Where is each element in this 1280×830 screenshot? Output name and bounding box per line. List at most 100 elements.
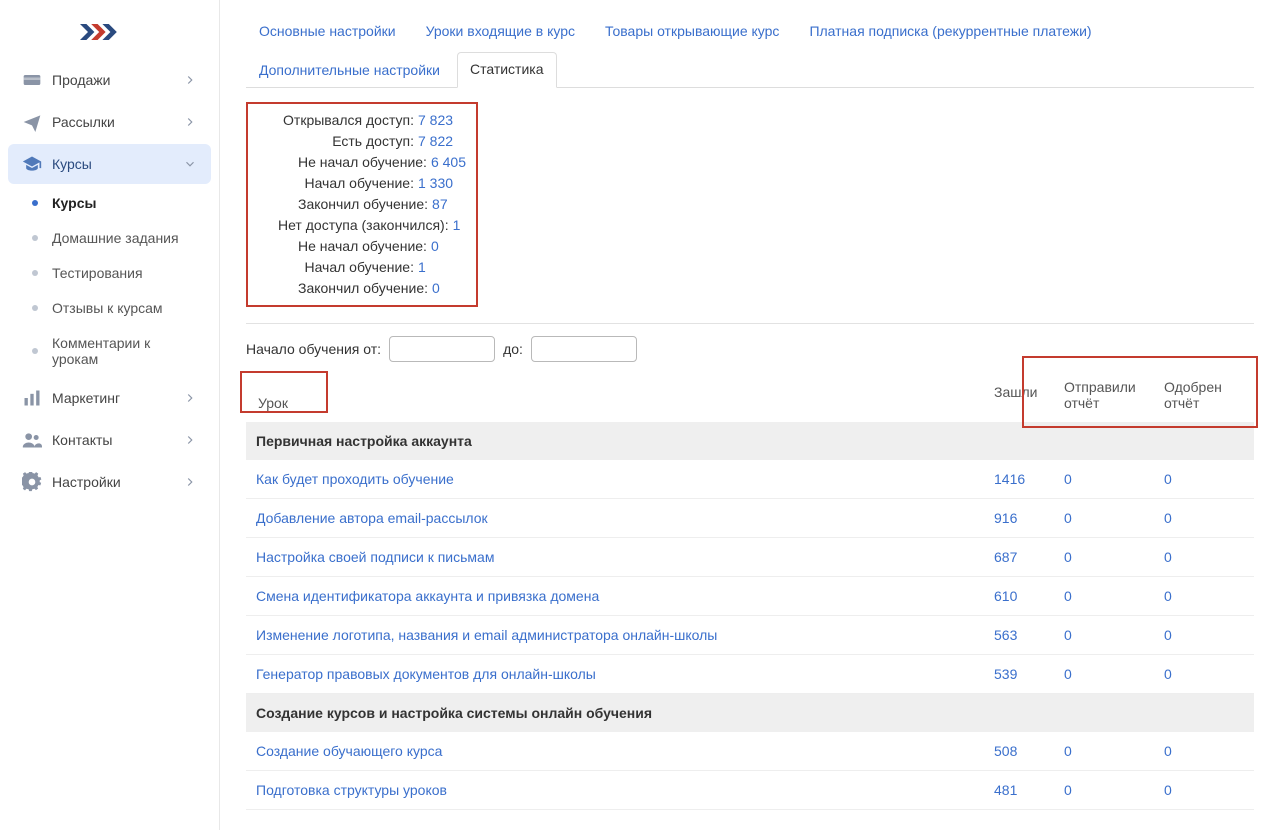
cell-lesson: Настройка своей подписи к письмам	[246, 538, 984, 577]
table-row: Изменение логотипа, названия и email адм…	[246, 616, 1254, 655]
cell-entered[interactable]: 1416	[984, 460, 1054, 499]
sidebar-item-mailings[interactable]: Рассылки	[8, 102, 211, 142]
cell-entered[interactable]: 539	[984, 655, 1054, 694]
stats-started-label: Начал обучение:	[258, 173, 414, 194]
stats-na-finished-label: Закончил обучение:	[258, 278, 428, 299]
cell-sent[interactable]: 0	[1054, 655, 1154, 694]
tab[interactable]: Основные настройки	[246, 14, 409, 49]
lessons-table: Урок Зашли Отправили отчёт Одобрен отчёт…	[246, 368, 1254, 810]
stats-finished-label: Закончил обучение:	[258, 194, 428, 215]
cell-entered[interactable]: 916	[984, 499, 1054, 538]
cell-lesson: Как будет проходить обучение	[246, 460, 984, 499]
sidebar-subitem-label: Домашние задания	[52, 230, 179, 246]
stats-na-not-started-value[interactable]: 0	[431, 236, 439, 257]
cell-approved[interactable]: 0	[1154, 732, 1254, 771]
tab[interactable]: Уроки входящие в курс	[413, 14, 588, 49]
cell-sent[interactable]: 0	[1054, 538, 1154, 577]
sidebar-item-label: Контакты	[52, 432, 183, 448]
cell-approved[interactable]: 0	[1154, 538, 1254, 577]
cell-entered[interactable]: 687	[984, 538, 1054, 577]
cell-approved[interactable]: 0	[1154, 460, 1254, 499]
divider	[246, 323, 1254, 324]
bullet-icon	[32, 200, 38, 206]
cell-entered[interactable]: 610	[984, 577, 1054, 616]
cell-approved[interactable]: 0	[1154, 771, 1254, 810]
lesson-link[interactable]: Генератор правовых документов для онлайн…	[256, 666, 596, 682]
col-entered[interactable]: Зашли	[984, 368, 1054, 422]
cell-approved[interactable]: 0	[1154, 655, 1254, 694]
cell-approved[interactable]: 0	[1154, 577, 1254, 616]
cell-lesson: Изменение логотипа, названия и email адм…	[246, 616, 984, 655]
cell-sent[interactable]: 0	[1054, 499, 1154, 538]
sidebar-subitem[interactable]: Тестирования	[20, 256, 211, 290]
cell-entered[interactable]: 563	[984, 616, 1054, 655]
cell-entered[interactable]: 508	[984, 732, 1054, 771]
filter-to-label: до:	[503, 341, 523, 357]
sidebar-subitem[interactable]: Отзывы к курсам	[20, 291, 211, 325]
sidebar-subitem[interactable]: Комментарии к урокам	[20, 326, 211, 376]
col-approved[interactable]: Одобрен отчёт	[1154, 368, 1254, 422]
main-content: Основные настройкиУроки входящие в курсТ…	[220, 0, 1280, 830]
stats-not-started-value[interactable]: 6 405	[431, 152, 466, 173]
stats-na-finished-value[interactable]: 0	[432, 278, 440, 299]
lesson-link[interactable]: Создание обучающего курса	[256, 743, 442, 759]
lesson-link[interactable]: Добавление автора email-рассылок	[256, 510, 488, 526]
cell-sent[interactable]: 0	[1054, 577, 1154, 616]
cell-entered[interactable]: 481	[984, 771, 1054, 810]
table-row: Создание обучающего курса50800	[246, 732, 1254, 771]
stats-noaccess-label: Нет доступа (закончился):	[258, 215, 449, 236]
stats-started-value[interactable]: 1 330	[418, 173, 453, 194]
sidebar-item-sales[interactable]: Продажи	[8, 60, 211, 100]
cell-sent[interactable]: 0	[1054, 460, 1154, 499]
chart-icon	[22, 388, 42, 408]
chevron-right-icon	[183, 475, 197, 489]
cell-sent[interactable]: 0	[1054, 771, 1154, 810]
tab[interactable]: Платная подписка (рекуррентные платежи)	[796, 14, 1104, 49]
col-lesson[interactable]: Урок	[246, 368, 984, 422]
tabs: Основные настройкиУроки входящие в курсТ…	[246, 0, 1254, 88]
sidebar-subitem[interactable]: Курсы	[20, 186, 211, 220]
table-row: Настройка своей подписи к письмам68700	[246, 538, 1254, 577]
sidebar-item-contacts[interactable]: Контакты	[8, 420, 211, 460]
sidebar-subitem[interactable]: Домашние задания	[20, 221, 211, 255]
stats-has-value[interactable]: 7 822	[418, 131, 453, 152]
table-row: Смена идентификатора аккаунта и привязка…	[246, 577, 1254, 616]
sidebar-item-courses[interactable]: Курсы	[8, 144, 211, 184]
cell-sent[interactable]: 0	[1054, 732, 1154, 771]
cell-approved[interactable]: 0	[1154, 499, 1254, 538]
stats-noaccess-value[interactable]: 1	[453, 215, 461, 236]
lesson-link[interactable]: Подготовка структуры уроков	[256, 782, 447, 798]
sidebar-item-label: Курсы	[52, 156, 183, 172]
tab[interactable]: Товары открывающие курс	[592, 14, 792, 49]
bullet-icon	[32, 235, 38, 241]
stats-opened-value[interactable]: 7 823	[418, 110, 453, 131]
lesson-link[interactable]: Смена идентификатора аккаунта и привязка…	[256, 588, 599, 604]
sidebar-item-marketing[interactable]: Маркетинг	[8, 378, 211, 418]
lesson-link[interactable]: Настройка своей подписи к письмам	[256, 549, 494, 565]
lesson-link[interactable]: Как будет проходить обучение	[256, 471, 454, 487]
cell-lesson: Добавление автора email-рассылок	[246, 499, 984, 538]
plane-icon	[22, 112, 42, 132]
chevron-right-icon	[183, 115, 197, 129]
table-group-row: Первичная настройка аккаунта	[246, 422, 1254, 460]
lesson-link[interactable]: Изменение логотипа, названия и email адм…	[256, 627, 717, 643]
sidebar-item-label: Продажи	[52, 72, 183, 88]
sidebar-item-label: Маркетинг	[52, 390, 183, 406]
stats-finished-value[interactable]: 87	[432, 194, 448, 215]
tab[interactable]: Дополнительные настройки	[246, 53, 453, 88]
filter-from-label: Начало обучения от:	[246, 341, 381, 357]
stats-na-started-value[interactable]: 1	[418, 257, 426, 278]
sidebar-item-settings[interactable]: Настройки	[8, 462, 211, 502]
bullet-icon	[32, 348, 38, 354]
cell-sent[interactable]: 0	[1054, 616, 1154, 655]
sidebar-item-label: Рассылки	[52, 114, 183, 130]
stats-not-started-label: Не начал обучение:	[258, 152, 427, 173]
sidebar: Продажи Рассылки Курсы Курсы Домашние задани…	[0, 0, 220, 830]
col-sent[interactable]: Отправили отчёт	[1054, 368, 1154, 422]
cap-icon	[22, 154, 42, 174]
filter-from-input[interactable]	[389, 336, 495, 362]
bullet-icon	[32, 305, 38, 311]
tab[interactable]: Статистика	[457, 52, 557, 88]
cell-approved[interactable]: 0	[1154, 616, 1254, 655]
filter-to-input[interactable]	[531, 336, 637, 362]
